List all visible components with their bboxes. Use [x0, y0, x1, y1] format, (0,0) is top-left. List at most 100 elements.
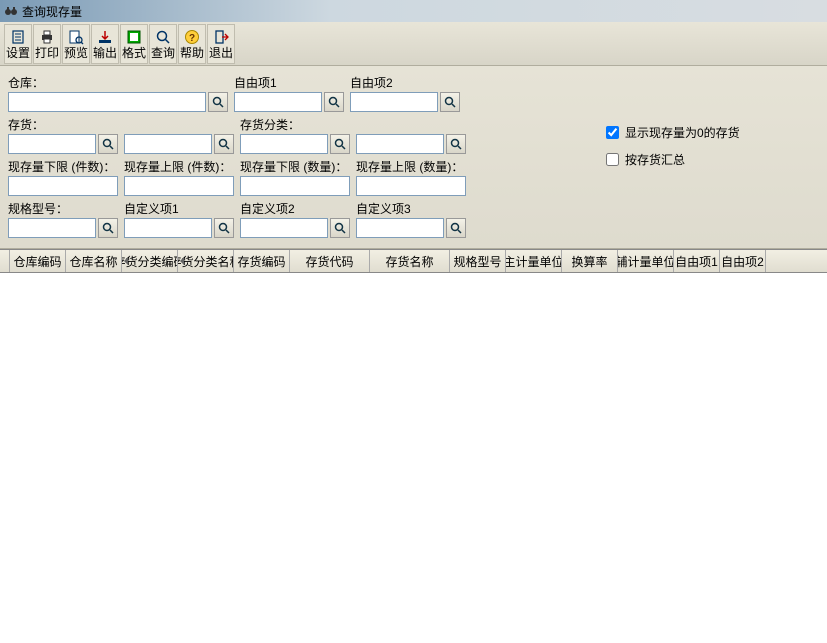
settings-icon — [10, 28, 26, 46]
qty-piece-high-input[interactable] — [124, 176, 234, 196]
free2-input[interactable] — [350, 92, 438, 112]
query-icon — [155, 28, 171, 46]
help-icon: ? — [184, 28, 200, 46]
column-header[interactable]: 仓库编码 — [10, 250, 66, 272]
show-zero-input[interactable] — [606, 126, 619, 139]
custom3-input[interactable] — [356, 218, 444, 238]
filter-grid: 仓库： 自由项1 自由项2 — [8, 74, 466, 238]
window-titlebar: 查询现存量 — [0, 0, 827, 22]
custom2-label: 自定义项2 — [240, 200, 350, 216]
custom1-label: 自定义项1 — [124, 200, 234, 216]
magnify-icon — [102, 222, 114, 234]
toolbar: 设置打印预览输出格式查询?帮助退出 — [0, 22, 827, 66]
column-header[interactable]: 存货分类编码 — [122, 250, 178, 272]
print-button[interactable]: 打印 — [33, 24, 61, 64]
spec-lookup-button[interactable] — [98, 218, 118, 238]
warehouse-lookup-button[interactable] — [208, 92, 228, 112]
column-header[interactable]: 存货名称 — [370, 250, 450, 272]
column-header[interactable]: 仓库名称 — [66, 250, 122, 272]
show-zero-checkbox[interactable]: 显示现存量为0的存货 — [606, 124, 740, 141]
invcat-label: 存货分类： — [240, 116, 350, 132]
settings-label: 设置 — [6, 46, 30, 60]
column-header[interactable]: 规格型号 — [450, 250, 506, 272]
qty-piece-low-input[interactable] — [8, 176, 118, 196]
magnify-icon — [334, 222, 346, 234]
show-zero-label: 显示现存量为0的存货 — [625, 124, 740, 141]
qty-piece-low-label: 现存量下限 (件数)： — [8, 158, 118, 174]
magnify-icon — [450, 222, 462, 234]
column-label: 存货编码 — [237, 253, 285, 270]
warehouse-input[interactable] — [8, 92, 206, 112]
format-icon — [126, 28, 142, 46]
inventory-input[interactable] — [8, 134, 96, 154]
invcat-lookup-button-2[interactable] — [446, 134, 466, 154]
grid-corner — [0, 250, 10, 272]
column-label: 仓库编码 — [13, 253, 61, 270]
preview-button[interactable]: 预览 — [62, 24, 90, 64]
spec-input[interactable] — [8, 218, 96, 238]
group-inv-checkbox[interactable]: 按存货汇总 — [606, 151, 740, 168]
invcat-input-2[interactable] — [356, 134, 444, 154]
qty-num-low-input[interactable] — [240, 176, 350, 196]
column-header[interactable]: 存货分类名称 — [178, 250, 234, 272]
free1-input[interactable] — [234, 92, 322, 112]
custom1-input[interactable] — [124, 218, 212, 238]
inventory-lookup-button-2[interactable] — [214, 134, 234, 154]
help-button[interactable]: ?帮助 — [178, 24, 206, 64]
binoculars-icon — [4, 4, 18, 18]
column-header[interactable]: 自由项2 — [720, 250, 766, 272]
magnify-icon — [328, 96, 340, 108]
custom1-lookup-button[interactable] — [214, 218, 234, 238]
column-header[interactable]: 换算率 — [562, 250, 618, 272]
grid-body[interactable] — [0, 273, 827, 643]
qty-num-high-label: 现存量上限 (数量)： — [356, 158, 466, 174]
column-label: 存货代码 — [305, 253, 353, 270]
window-title: 查询现存量 — [22, 3, 82, 20]
exit-button[interactable]: 退出 — [207, 24, 235, 64]
column-header[interactable]: 辅计量单位 — [618, 250, 674, 272]
column-header[interactable]: 存货编码 — [234, 250, 290, 272]
filter-panel: 仓库： 自由项1 自由项2 — [0, 66, 827, 249]
invcat-input[interactable] — [240, 134, 328, 154]
inventory-lookup-button[interactable] — [98, 134, 118, 154]
free1-label: 自由项1 — [234, 74, 344, 90]
inventory-label: 存货： — [8, 116, 118, 132]
qty-num-low-label: 现存量下限 (数量)： — [240, 158, 350, 174]
group-inv-input[interactable] — [606, 153, 619, 166]
column-label: 存货分类编码 — [122, 253, 178, 270]
column-header[interactable]: 自由项1 — [674, 250, 720, 272]
settings-button[interactable]: 设置 — [4, 24, 32, 64]
free2-lookup-button[interactable] — [440, 92, 460, 112]
preview-label: 预览 — [64, 46, 88, 60]
export-button[interactable]: 输出 — [91, 24, 119, 64]
custom3-label: 自定义项3 — [356, 200, 466, 216]
qty-num-high-input[interactable] — [356, 176, 466, 196]
format-button[interactable]: 格式 — [120, 24, 148, 64]
preview-icon — [68, 28, 84, 46]
export-label: 输出 — [93, 46, 117, 60]
free1-lookup-button[interactable] — [324, 92, 344, 112]
magnify-icon — [212, 96, 224, 108]
column-label: 自由项1 — [675, 253, 718, 270]
column-label: 存货分类名称 — [178, 253, 234, 270]
magnify-icon — [450, 138, 462, 150]
export-icon — [97, 28, 113, 46]
query-button[interactable]: 查询 — [149, 24, 177, 64]
option-panel: 显示现存量为0的存货 按存货汇总 — [486, 74, 740, 168]
column-label: 仓库名称 — [69, 253, 117, 270]
custom3-lookup-button[interactable] — [446, 218, 466, 238]
column-label: 自由项2 — [721, 253, 764, 270]
free2-label: 自由项2 — [350, 74, 460, 90]
qty-piece-high-label: 现存量上限 (件数)： — [124, 158, 234, 174]
custom2-input[interactable] — [240, 218, 328, 238]
column-header[interactable]: 主计量单位 — [506, 250, 562, 272]
grid-header: 仓库编码仓库名称存货分类编码存货分类名称存货编码 存货代码 存货名称规格型号主计量单… — [0, 249, 827, 273]
inventory-input-2[interactable] — [124, 134, 212, 154]
exit-label: 退出 — [209, 46, 233, 60]
column-header[interactable]: 存货代码 — [290, 250, 370, 272]
magnify-icon — [102, 138, 114, 150]
invcat-lookup-button[interactable] — [330, 134, 350, 154]
magnify-icon — [444, 96, 456, 108]
custom2-lookup-button[interactable] — [330, 218, 350, 238]
column-label: 存货名称 — [385, 253, 433, 270]
